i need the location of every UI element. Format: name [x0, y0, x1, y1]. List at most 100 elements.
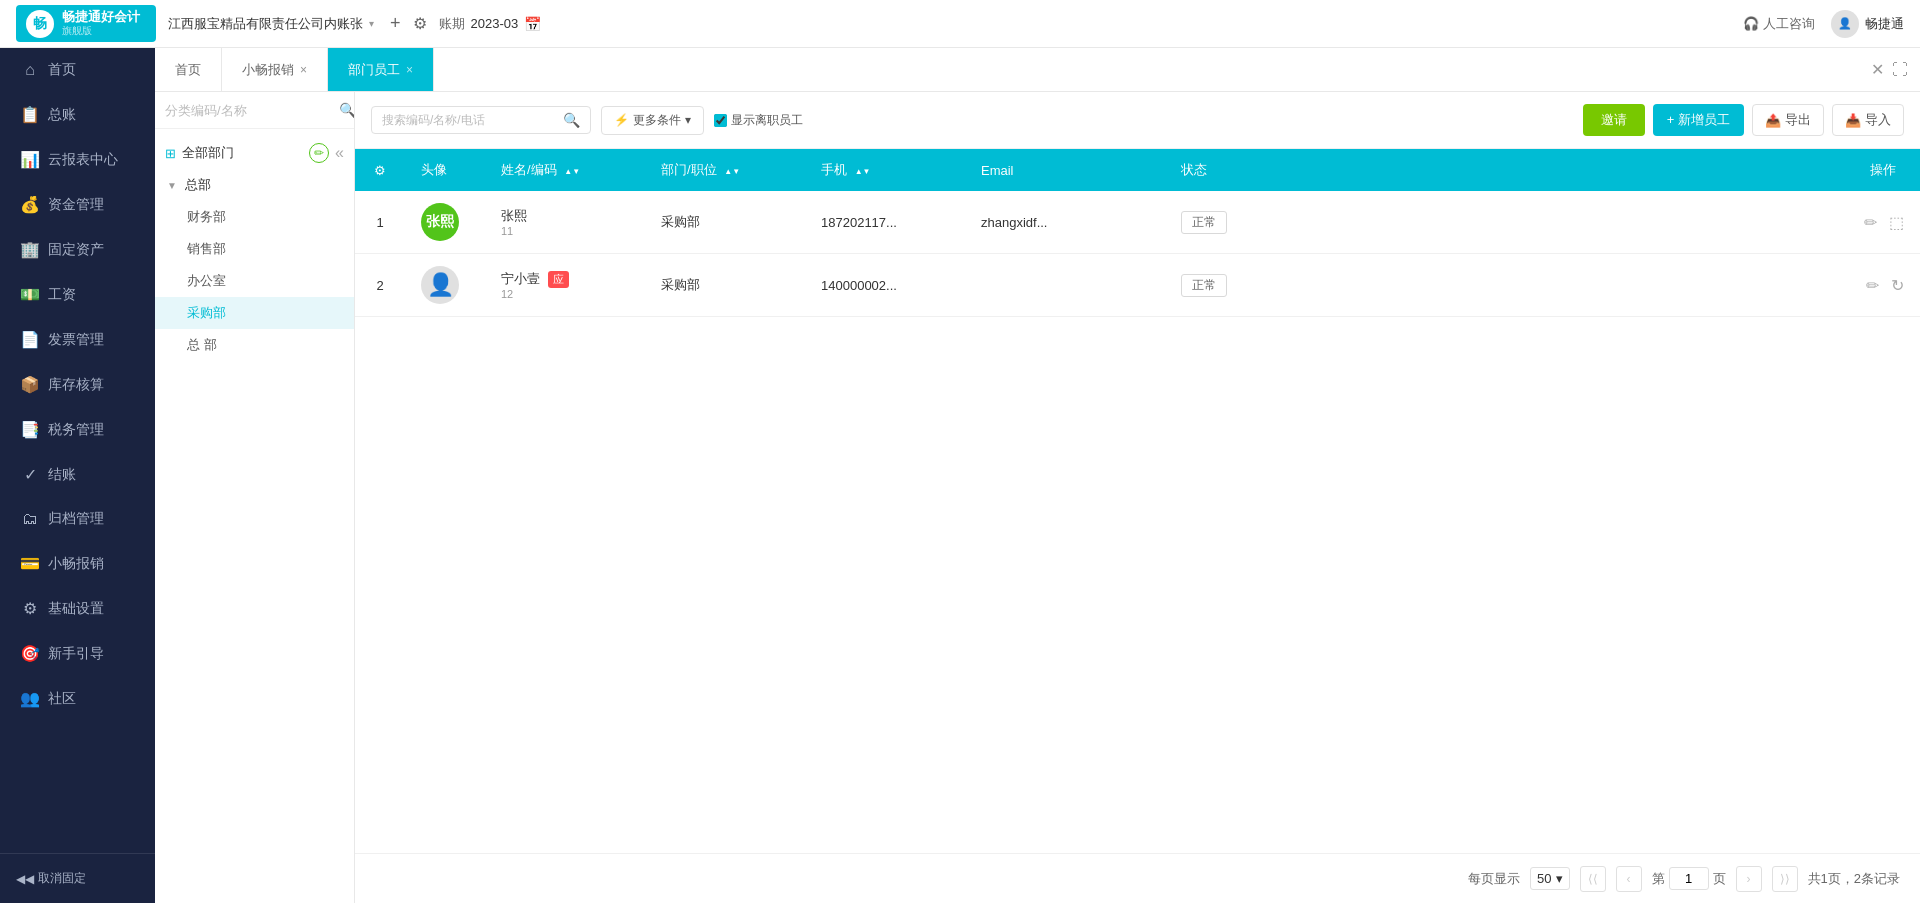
sidebar-bottom: ◀◀ 取消固定: [0, 853, 155, 903]
sidebar-item-home[interactable]: ⌂ 首页: [0, 48, 155, 92]
sidebar-item-salary[interactable]: 💵 工资: [0, 272, 155, 317]
tax-icon: 📑: [20, 420, 40, 439]
row1-exit-icon[interactable]: ⬚: [1889, 213, 1904, 232]
invite-button[interactable]: 邀请: [1583, 104, 1645, 136]
per-page-select[interactable]: 50 ▾: [1530, 867, 1569, 890]
table-row: 1 张熙 张熙 11: [355, 191, 1920, 254]
dept-node-finance[interactable]: 财务部: [155, 201, 354, 233]
sidebar-label-invoice: 发票管理: [48, 331, 104, 349]
export-label: 导出: [1785, 111, 1811, 129]
dept-search-input[interactable]: [165, 103, 333, 118]
logo-subtitle: 旗舰版: [62, 24, 140, 38]
name-sort-icon[interactable]: ▲▼: [564, 168, 580, 176]
show-resigned-label: 显示离职员工: [731, 112, 803, 129]
page-number-input[interactable]: [1669, 867, 1709, 890]
tab-close-all-button[interactable]: ✕: [1871, 60, 1884, 79]
export-button[interactable]: 📤 导出: [1752, 104, 1824, 136]
dept-node-office[interactable]: 办公室: [155, 265, 354, 297]
guide-icon: 🎯: [20, 644, 40, 663]
settings-button[interactable]: ⚙: [413, 14, 427, 33]
main-layout: ⌂ 首页 📋 总账 📊 云报表中心 💰 资金管理 🏢 固定资产 💵 工资 📄 发…: [0, 48, 1920, 903]
salary-icon: 💵: [20, 285, 40, 304]
dept-node-purchase[interactable]: 采购部: [155, 297, 354, 329]
row1-edit-icon[interactable]: ✏: [1864, 213, 1877, 232]
row2-edit-icon[interactable]: ✏: [1866, 276, 1879, 295]
employee-panel: 🔍 ⚡ 更多条件 ▾ 显示离职员工 邀请 + 新增员工: [355, 92, 1920, 903]
sidebar-item-assets[interactable]: 🏢 固定资产: [0, 227, 155, 272]
sidebar-label-inventory: 库存核算: [48, 376, 104, 394]
row2-avatar[interactable]: 👤: [421, 266, 459, 304]
dept-node-general2[interactable]: 总 部: [155, 329, 354, 361]
section-arrow-icon: ▼: [167, 180, 177, 191]
tab-home[interactable]: 首页: [155, 48, 222, 91]
sidebar-item-settings[interactable]: ⚙ 基础设置: [0, 586, 155, 631]
sidebar-label-reports: 云报表中心: [48, 151, 118, 169]
table-settings-icon[interactable]: ⚙: [374, 163, 386, 178]
sidebar-item-invoice[interactable]: 📄 发票管理: [0, 317, 155, 362]
show-resigned-checkbox[interactable]: [714, 114, 727, 127]
sidebar-item-ledger[interactable]: 📋 总账: [0, 92, 155, 137]
import-icon: 📥: [1845, 113, 1861, 128]
sidebar-item-archive[interactable]: 🗂 归档管理: [0, 497, 155, 541]
row2-avatar-person-icon: 👤: [427, 272, 454, 298]
sidebar-item-expense[interactable]: 💳 小畅报销: [0, 541, 155, 586]
tab-dept-employee-close-icon[interactable]: ×: [406, 63, 413, 77]
row2-refresh-icon[interactable]: ↻: [1891, 276, 1904, 295]
sidebar-item-tax[interactable]: 📑 税务管理: [0, 407, 155, 452]
filter-more-button[interactable]: ⚡ 更多条件 ▾: [601, 106, 704, 135]
row1-name-cell: 张熙 11: [485, 191, 645, 254]
employee-table: ⚙ 头像 姓名/编码 ▲▼ 部门/职位 ▲▼: [355, 149, 1920, 853]
user-area[interactable]: 👤 畅捷通: [1831, 10, 1904, 38]
dept-node-general[interactable]: ▼ 总部: [155, 169, 354, 201]
dept-sort-icon[interactable]: ▲▼: [724, 168, 740, 176]
logo-area[interactable]: 畅 畅捷通好会计 旗舰版: [16, 5, 156, 43]
sidebar-item-funds[interactable]: 💰 资金管理: [0, 182, 155, 227]
row1-avatar[interactable]: 张熙: [421, 203, 459, 241]
calendar-icon[interactable]: 📅: [524, 16, 541, 32]
import-button[interactable]: 📥 导入: [1832, 104, 1904, 136]
sidebar-item-close[interactable]: ✓ 结账: [0, 452, 155, 497]
total-label: 共1页，2条记录: [1808, 870, 1900, 888]
add-employee-button[interactable]: + 新增员工: [1653, 104, 1744, 136]
phone-sort-icon[interactable]: ▲▼: [855, 168, 871, 176]
tab-home-label: 首页: [175, 61, 201, 79]
page-next-button[interactable]: ›: [1736, 866, 1762, 892]
sidebar-item-reports[interactable]: 📊 云报表中心: [0, 137, 155, 182]
dept-search-icon[interactable]: 🔍: [339, 102, 355, 118]
tab-expand-button[interactable]: ⛶: [1892, 61, 1908, 79]
unfix-button[interactable]: ◀◀ 取消固定: [10, 864, 145, 893]
close-accounts-icon: ✓: [20, 465, 40, 484]
sidebar-item-inventory[interactable]: 📦 库存核算: [0, 362, 155, 407]
col-action: 操作: [1365, 149, 1920, 191]
page-last-button[interactable]: ⟩⟩: [1772, 866, 1798, 892]
page-first-button[interactable]: ⟨⟨: [1580, 866, 1606, 892]
dept-sales-label: 销售部: [187, 240, 226, 258]
dept-edit-icon[interactable]: ✏: [309, 143, 329, 163]
page-suffix: 页: [1713, 870, 1726, 888]
row1-email: zhangxidf...: [965, 191, 1165, 254]
tab-dept-employee[interactable]: 部门员工 ×: [328, 48, 434, 91]
user-avatar: 👤: [1831, 10, 1859, 38]
dept-general-label: 总部: [185, 176, 211, 194]
employee-search-icon[interactable]: 🔍: [563, 112, 580, 128]
page-prev-button[interactable]: ‹: [1616, 866, 1642, 892]
row1-name: 张熙: [501, 207, 629, 225]
tab-expense-close-icon[interactable]: ×: [300, 63, 307, 77]
archive-icon: 🗂: [20, 510, 40, 528]
add-tab-button[interactable]: +: [390, 13, 401, 34]
show-resigned-checkbox-label[interactable]: 显示离职员工: [714, 112, 803, 129]
company-selector[interactable]: 江西服宝精品有限责任公司内账张 ▾: [168, 15, 374, 33]
dept-all-button[interactable]: ⊞ 全部部门: [165, 144, 234, 162]
employee-search-input[interactable]: [382, 113, 557, 127]
tab-expense[interactable]: 小畅报销 ×: [222, 48, 328, 91]
dept-collapse-icon[interactable]: «: [335, 144, 344, 162]
service-button[interactable]: 🎧 人工咨询: [1743, 15, 1815, 33]
row1-status-badge: 正常: [1181, 211, 1227, 234]
sidebar-item-guide[interactable]: 🎯 新手引导: [0, 631, 155, 676]
page-label: 第: [1652, 870, 1665, 888]
sidebar-item-partner[interactable]: 👥 社区: [0, 676, 155, 721]
employee-search-box: 🔍: [371, 106, 591, 134]
dept-node-sales[interactable]: 销售部: [155, 233, 354, 265]
row1-avatar-text: 张熙: [426, 213, 454, 231]
col-dept: 部门/职位 ▲▼: [645, 149, 805, 191]
